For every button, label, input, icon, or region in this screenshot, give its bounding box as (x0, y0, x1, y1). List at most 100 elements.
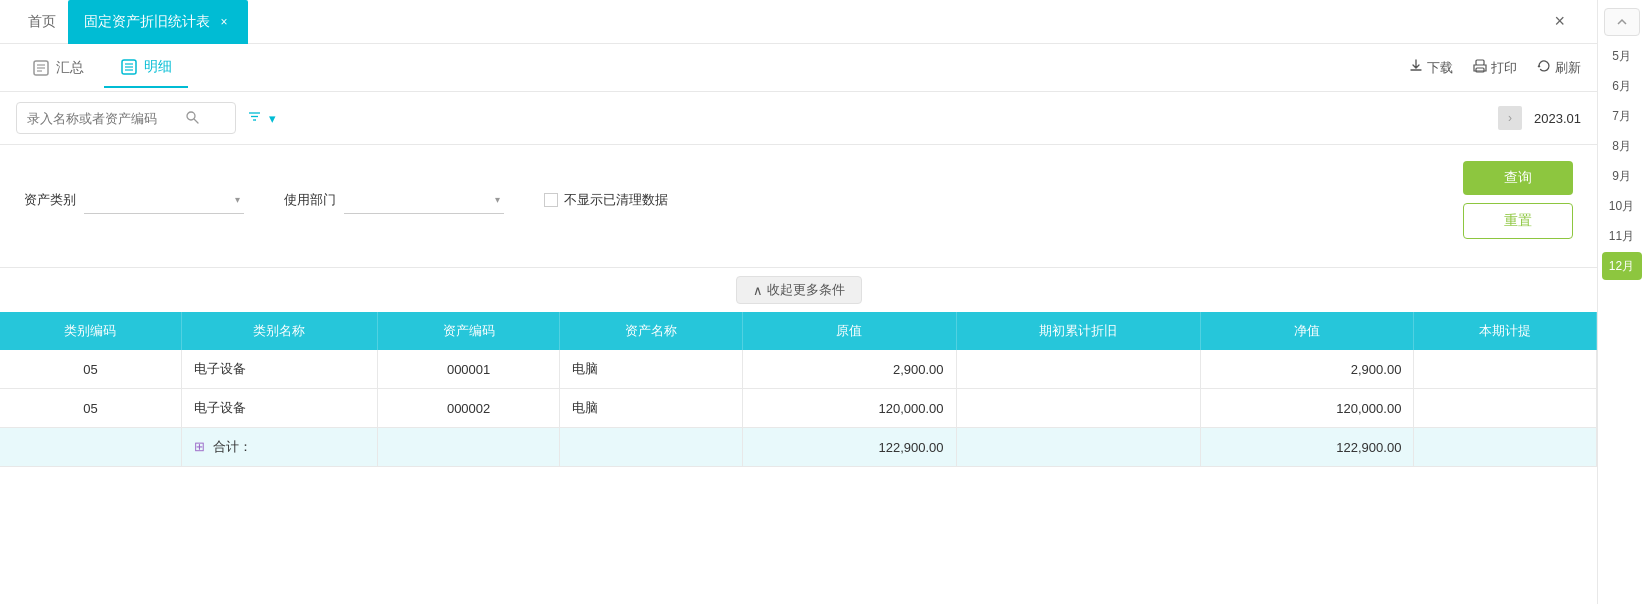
refresh-button[interactable]: 刷新 (1537, 59, 1581, 77)
month-8[interactable]: 8月 (1602, 132, 1642, 160)
sub-tabs-left: 汇总 明细 (16, 48, 188, 88)
nav-home[interactable]: 首页 (16, 0, 68, 44)
svg-rect-8 (1476, 60, 1484, 65)
period-nav-arrow[interactable]: › (1498, 106, 1522, 130)
cell-accumulated-depreciation (956, 350, 1200, 389)
month-12[interactable]: 12月 (1602, 252, 1642, 280)
data-table-container: 类别编码 类别名称 资产编码 资产名称 原值 期初累计折旧 净值 本期计提 05… (0, 312, 1597, 604)
tab-detail-label: 明细 (144, 58, 172, 76)
summary-empty-1 (0, 428, 181, 467)
filter-area: 资产类别 ▾ 使用部门 ▾ 不显示已清理数据 查询 重置 (0, 145, 1597, 268)
summary-original-value: 122,900.00 (742, 428, 956, 467)
top-nav: 首页 固定资产折旧统计表 × × (0, 0, 1597, 44)
download-button[interactable]: 下载 (1409, 59, 1453, 77)
hide-cleared-label: 不显示已清理数据 (564, 191, 668, 209)
col-category-name: 类别名称 (181, 312, 377, 350)
col-accumulated-depreciation: 期初累计折旧 (956, 312, 1200, 350)
collapse-bar: ∧ 收起更多条件 (0, 268, 1597, 312)
svg-rect-9 (1476, 68, 1484, 72)
tab-detail[interactable]: 明细 (104, 48, 188, 88)
more-conditions-button[interactable]: ▾ (248, 110, 276, 126)
filter-icon (248, 110, 261, 126)
filter-category: 资产类别 ▾ (24, 186, 244, 214)
month-7[interactable]: 7月 (1602, 102, 1642, 130)
filter-row: 资产类别 ▾ 使用部门 ▾ 不显示已清理数据 查询 重置 (24, 161, 1573, 239)
chevron-down-icon: ▾ (269, 111, 276, 126)
month-10[interactable]: 10月 (1602, 192, 1642, 220)
summary-label: 合计： (213, 439, 252, 454)
right-sidebar: 5月 6月 7月 8月 9月 10月 11月 12月 (1597, 0, 1645, 604)
col-current-depreciation: 本期计提 (1414, 312, 1597, 350)
department-arrow: ▾ (495, 194, 500, 205)
cell-asset-name: 电脑 (560, 350, 743, 389)
reset-button[interactable]: 重置 (1463, 203, 1573, 239)
asset-category-select[interactable]: ▾ (84, 186, 244, 214)
cell-net-value: 2,900.00 (1200, 350, 1414, 389)
summary-empty-3 (560, 428, 743, 467)
svg-point-10 (187, 112, 195, 120)
cell-net-value: 120,000.00 (1200, 389, 1414, 428)
scroll-up-button[interactable] (1604, 8, 1640, 36)
tab-summary[interactable]: 汇总 (16, 48, 100, 88)
refresh-icon (1537, 59, 1551, 76)
search-input-wrapper[interactable] (16, 102, 236, 134)
summary-current-dep (1414, 428, 1597, 467)
table-row: 05 电子设备 000001 电脑 2,900.00 2,900.00 (0, 350, 1597, 389)
summary-row: ⊞ 合计： 122,900.00 122,900.00 (0, 428, 1597, 467)
cell-category-code: 05 (0, 389, 181, 428)
cell-current-depreciation (1414, 389, 1597, 428)
period-label: 2023.01 (1534, 111, 1581, 126)
svg-line-11 (195, 119, 199, 123)
cell-category-name: 电子设备 (181, 389, 377, 428)
print-button[interactable]: 打印 (1473, 59, 1517, 77)
summary-icon: ⊞ (194, 439, 205, 454)
cell-current-depreciation (1414, 350, 1597, 389)
cell-asset-code: 000001 (377, 350, 560, 389)
cell-category-code: 05 (0, 350, 181, 389)
cell-category-name: 电子设备 (181, 350, 377, 389)
print-label: 打印 (1491, 59, 1517, 77)
collapse-button[interactable]: ∧ 收起更多条件 (736, 276, 862, 304)
summary-icon (32, 59, 50, 77)
tab-summary-label: 汇总 (56, 59, 84, 77)
search-bar: ▾ › 2023.01 (0, 92, 1597, 145)
search-input[interactable] (27, 111, 177, 126)
department-select[interactable]: ▾ (344, 186, 504, 214)
cell-original-value: 120,000.00 (742, 389, 956, 428)
summary-label-cell: ⊞ 合计： (181, 428, 377, 467)
summary-accumulated (956, 428, 1200, 467)
cell-asset-code: 000002 (377, 389, 560, 428)
query-button[interactable]: 查询 (1463, 161, 1573, 195)
asset-category-arrow: ▾ (235, 194, 240, 205)
col-category-code: 类别编码 (0, 312, 181, 350)
hide-cleared-checkbox[interactable]: 不显示已清理数据 (544, 191, 668, 209)
sub-tabs-bar: 汇总 明细 下载 打印 (0, 44, 1597, 92)
toolbar-buttons: 下载 打印 刷新 (1409, 59, 1581, 77)
filter-buttons: 查询 重置 (1463, 161, 1573, 239)
col-asset-name: 资产名称 (560, 312, 743, 350)
cell-asset-name: 电脑 (560, 389, 743, 428)
refresh-label: 刷新 (1555, 59, 1581, 77)
data-table: 类别编码 类别名称 资产编码 资产名称 原值 期初累计折旧 净值 本期计提 05… (0, 312, 1597, 467)
table-row: 05 电子设备 000002 电脑 120,000.00 120,000.00 (0, 389, 1597, 428)
filter-department: 使用部门 ▾ (284, 186, 504, 214)
search-icon (185, 110, 199, 127)
asset-category-label: 资产类别 (24, 191, 76, 209)
nav-tab-active[interactable]: 固定资产折旧统计表 × (68, 0, 248, 44)
summary-empty-2 (377, 428, 560, 467)
col-original-value: 原值 (742, 312, 956, 350)
cell-original-value: 2,900.00 (742, 350, 956, 389)
month-5[interactable]: 5月 (1602, 42, 1642, 70)
month-11[interactable]: 11月 (1602, 222, 1642, 250)
tab-close-button[interactable]: × (216, 14, 232, 30)
checkbox-box[interactable] (544, 193, 558, 207)
month-9[interactable]: 9月 (1602, 162, 1642, 190)
window-close-button[interactable]: × (1538, 11, 1581, 32)
summary-net-value: 122,900.00 (1200, 428, 1414, 467)
collapse-label: 收起更多条件 (767, 281, 845, 299)
table-header-row: 类别编码 类别名称 资产编码 资产名称 原值 期初累计折旧 净值 本期计提 (0, 312, 1597, 350)
col-net-value: 净值 (1200, 312, 1414, 350)
month-6[interactable]: 6月 (1602, 72, 1642, 100)
print-icon (1473, 59, 1487, 76)
chevron-up-icon: ∧ (753, 283, 763, 298)
